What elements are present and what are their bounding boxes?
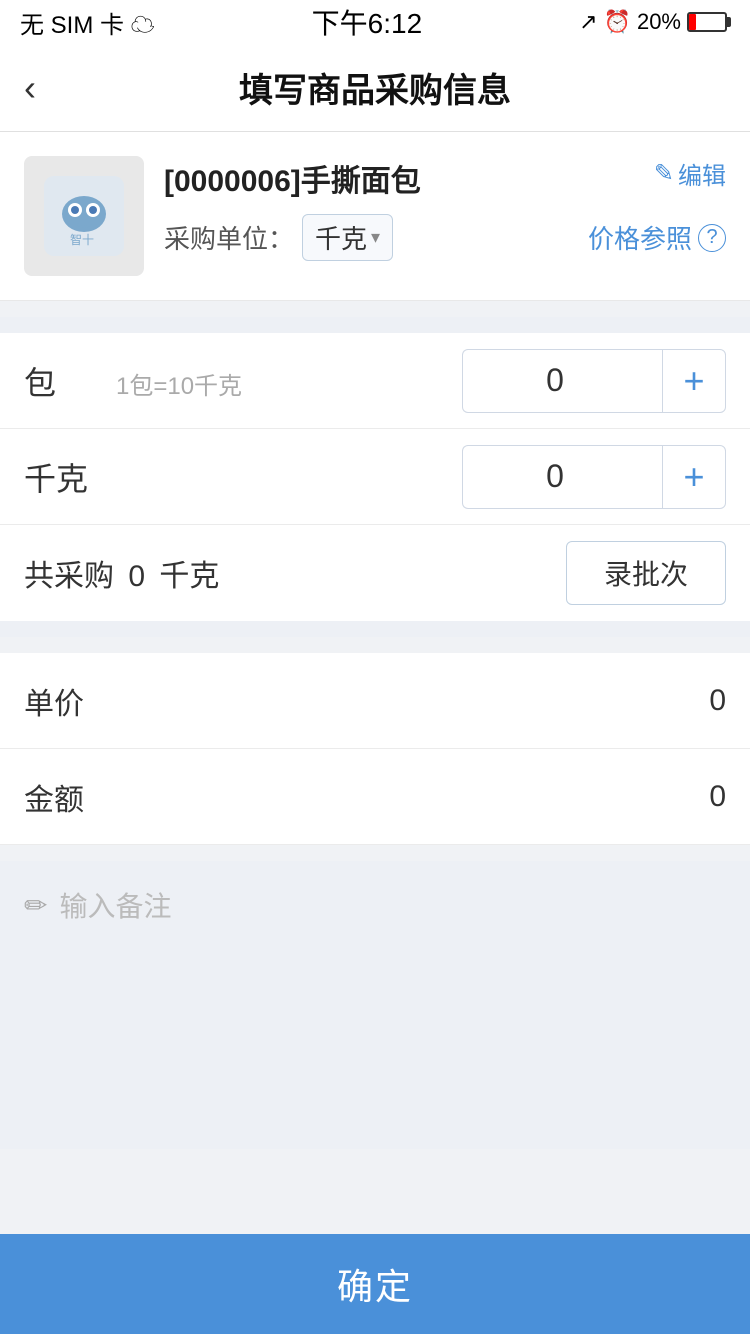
svg-text:智十: 智十 <box>70 232 94 247</box>
amount-row: 金额 0 <box>0 749 750 845</box>
price-ref-help-icon: ? <box>698 224 726 252</box>
divider-2 <box>0 621 750 637</box>
kg-qty-input[interactable] <box>462 445 662 509</box>
product-footer: 采购单位： 千克 ▾ 价格参照 ? <box>164 214 726 261</box>
bag-input-row: 包 1包=10千克 + <box>0 333 750 429</box>
product-logo-icon: 智十 <box>44 176 124 256</box>
unit-price-row: 单价 0 <box>0 653 750 749</box>
bag-qty-input[interactable] <box>462 349 662 413</box>
price-ref-button[interactable]: 价格参照 ? <box>588 219 726 256</box>
unit-label: 采购单位： <box>164 219 294 256</box>
product-info: [0000006]手撕面包 ✎ 编辑 采购单位： 千克 ▾ 价格参照 ? <box>164 156 726 261</box>
unit-value: 千克 <box>315 219 367 256</box>
bag-label: 包 <box>24 358 104 404</box>
nav-bar: ‹ 填写商品采购信息 <box>0 44 750 132</box>
product-image: 智十 <box>24 156 144 276</box>
alarm-icon: ⏰ <box>604 9 631 35</box>
confirm-label: 确定 <box>337 1258 413 1310</box>
unit-select[interactable]: 千克 ▾ <box>302 214 393 261</box>
product-name: [0000006]手撕面包 <box>164 156 421 200</box>
battery-icon <box>687 12 730 32</box>
summary-label: 共采购 <box>24 560 114 593</box>
note-section[interactable]: ✏ 输入备注 <box>0 861 750 949</box>
back-button[interactable]: ‹ <box>24 67 36 109</box>
divider-1 <box>0 317 750 333</box>
confirm-button[interactable]: 确定 <box>0 1234 750 1334</box>
edit-label: 编辑 <box>678 156 726 191</box>
unit-price-value: 0 <box>709 684 726 718</box>
summary-row: 共采购 0 千克 录批次 <box>0 525 750 621</box>
product-card: 智十 [0000006]手撕面包 ✎ 编辑 采购单位： 千克 ▾ <box>0 132 750 301</box>
kg-label: 千克 <box>24 454 104 500</box>
sim-status: 无 SIM 卡 ☁ <box>20 5 155 40</box>
bag-hint: 1包=10千克 <box>116 366 242 401</box>
amount-value: 0 <box>709 780 726 814</box>
bag-input-right: + <box>462 349 726 413</box>
location-icon: ↗ <box>579 9 597 35</box>
bag-plus-button[interactable]: + <box>662 349 726 413</box>
kg-input-row: 千克 + <box>0 429 750 525</box>
input-section: 包 1包=10千克 + 千克 + <box>0 333 750 525</box>
summary-text: 共采购 0 千克 <box>24 551 219 595</box>
note-icon: ✏ <box>24 889 47 922</box>
note-placeholder: 输入备注 <box>59 885 171 925</box>
page-title: 填写商品采购信息 <box>239 63 511 112</box>
status-bar: 无 SIM 卡 ☁ 下午6:12 ↗ ⏰ 20% <box>0 0 750 44</box>
amount-label: 金额 <box>24 775 84 819</box>
kg-input-right: + <box>462 445 726 509</box>
edit-button[interactable]: ✎ 编辑 <box>654 156 726 191</box>
price-ref-label: 价格参照 <box>588 219 692 256</box>
summary-unit: 千克 <box>159 560 219 593</box>
edit-icon: ✎ <box>654 159 674 188</box>
price-info-section: 单价 0 金额 0 <box>0 653 750 845</box>
bottom-spacer <box>0 949 750 1149</box>
kg-plus-button[interactable]: + <box>662 445 726 509</box>
unit-dropdown-icon: ▾ <box>371 227 380 248</box>
batch-label: 录批次 <box>604 553 688 593</box>
summary-value: 0 <box>128 560 145 593</box>
product-header: [0000006]手撕面包 ✎ 编辑 <box>164 156 726 200</box>
status-left: 无 SIM 卡 ☁ <box>20 5 155 40</box>
battery-percent: 20% <box>637 9 681 35</box>
status-time: 下午6:12 <box>312 2 423 42</box>
batch-button[interactable]: 录批次 <box>566 541 726 605</box>
main-content: 智十 [0000006]手撕面包 ✎ 编辑 采购单位： 千克 ▾ <box>0 132 750 1249</box>
unit-price-label: 单价 <box>24 679 84 723</box>
status-right: ↗ ⏰ 20% <box>579 9 730 35</box>
